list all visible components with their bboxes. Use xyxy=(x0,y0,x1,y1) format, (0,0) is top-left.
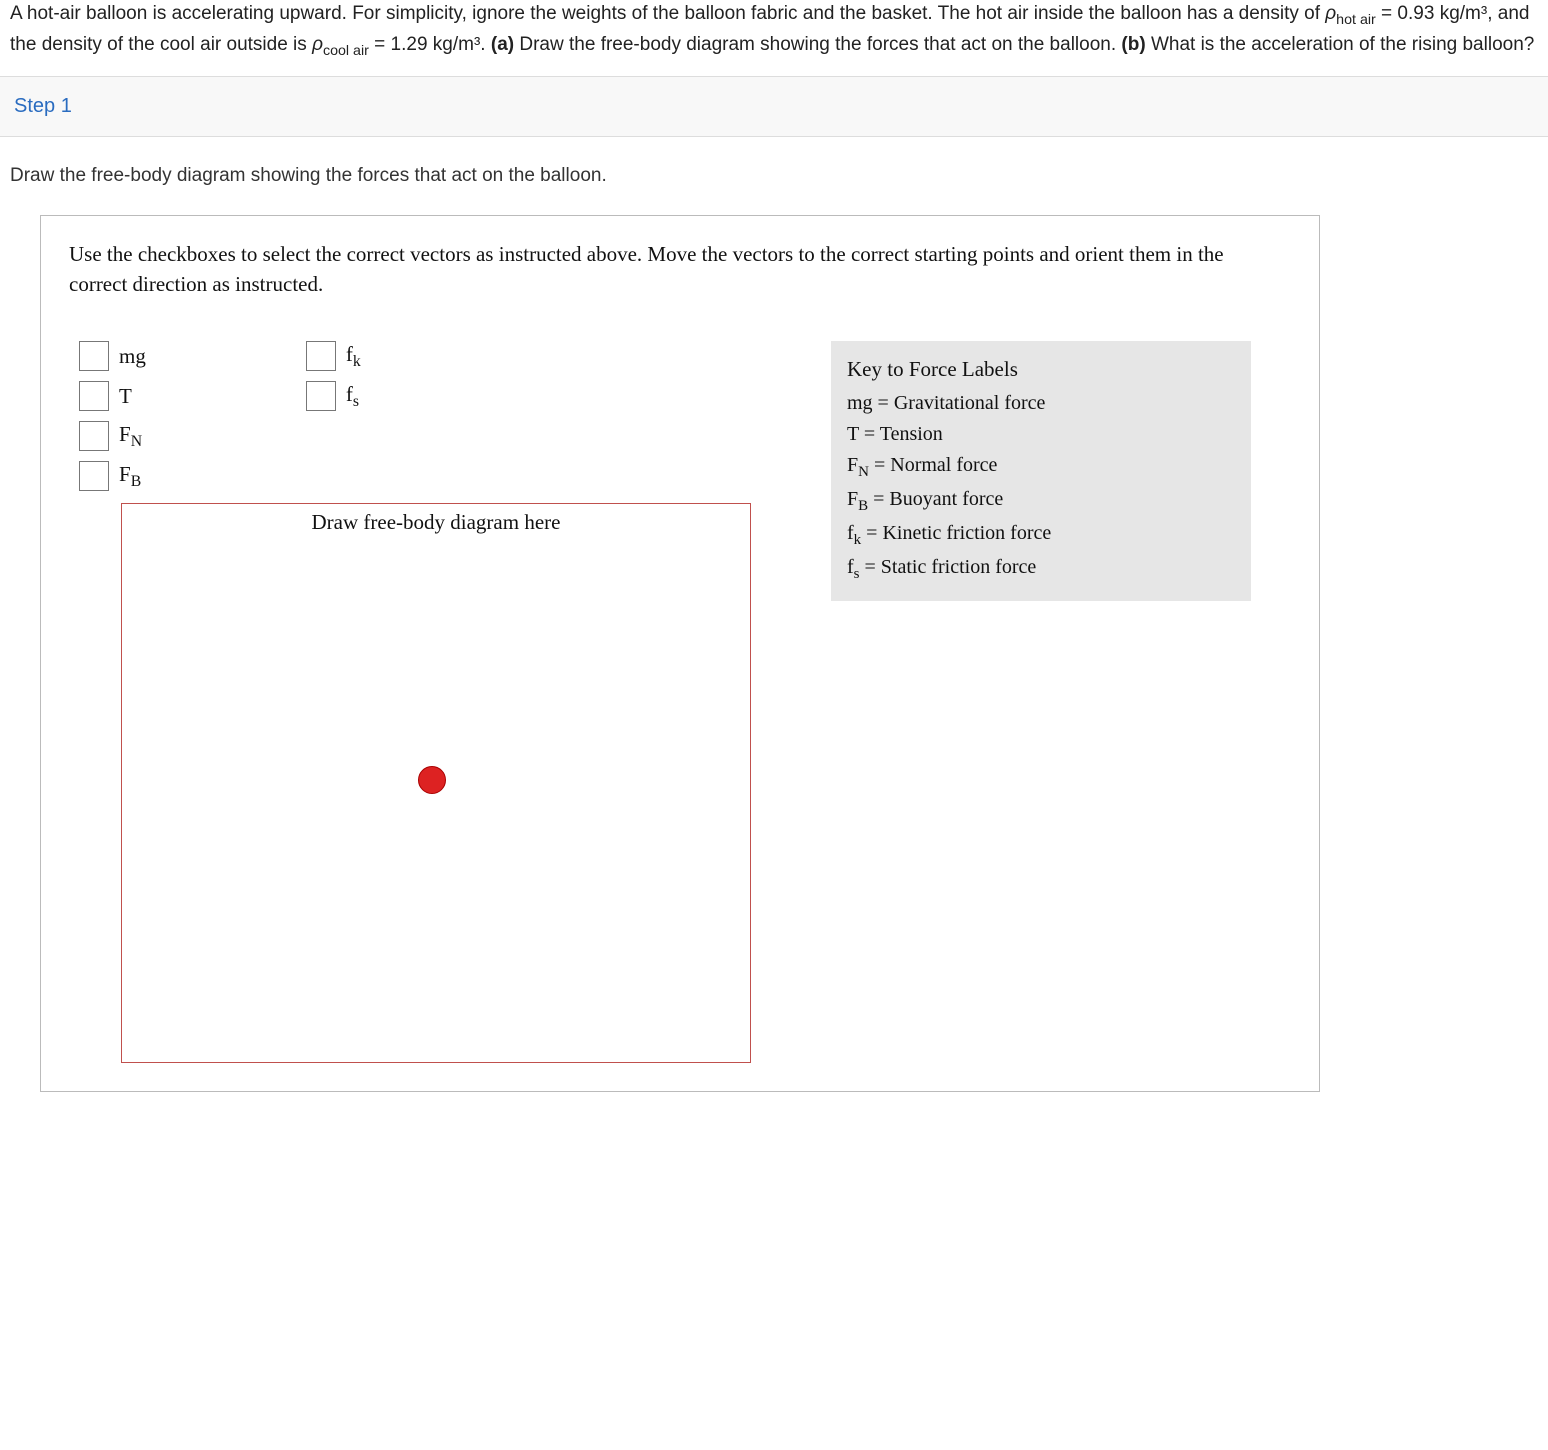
object-dot[interactable] xyxy=(418,766,446,794)
key-line: FB = Buoyant force xyxy=(847,484,1233,518)
checkbox-input-fk[interactable] xyxy=(306,341,336,371)
step-instruction: Draw the free-body diagram showing the f… xyxy=(10,165,1538,187)
force-key-title: Key to Force Labels xyxy=(847,353,1233,386)
activity-instruction: Use the checkboxes to select the correct… xyxy=(69,240,1291,299)
checkbox-mg[interactable]: mg xyxy=(79,341,146,371)
checkbox-label: fk xyxy=(346,342,361,371)
key-line: fs = Static friction force xyxy=(847,552,1233,586)
step-body: Draw the free-body diagram showing the f… xyxy=(0,137,1548,1122)
checkbox-input-fs[interactable] xyxy=(306,381,336,411)
problem-statement: A hot-air balloon is accelerating upward… xyxy=(0,0,1548,76)
checkbox-input-T[interactable] xyxy=(79,381,109,411)
checkbox-col-2: fk fs xyxy=(306,341,361,491)
step-header: Step 1 xyxy=(0,76,1548,137)
checkbox-T[interactable]: T xyxy=(79,381,146,411)
checkbox-label: mg xyxy=(119,344,146,369)
step-label[interactable]: Step 1 xyxy=(14,95,72,117)
checkbox-input-mg[interactable] xyxy=(79,341,109,371)
problem-text: A hot-air balloon is accelerating upward… xyxy=(10,3,1534,55)
checkbox-input-FN[interactable] xyxy=(79,421,109,451)
checkbox-label: FB xyxy=(119,462,141,491)
key-line: mg = Gravitational force xyxy=(847,388,1233,419)
checkbox-FB[interactable]: FB xyxy=(79,461,146,491)
canvas-title: Draw free-body diagram here xyxy=(122,510,750,535)
key-line: FN = Normal force xyxy=(847,450,1233,484)
checkbox-fs[interactable]: fs xyxy=(306,381,361,411)
checkbox-col-1: mg T FN FB xyxy=(79,341,146,491)
force-key: Key to Force Labels mg = Gravitational f… xyxy=(831,341,1251,601)
fbd-canvas[interactable]: Draw free-body diagram here xyxy=(121,503,751,1063)
checkbox-input-FB[interactable] xyxy=(79,461,109,491)
key-line: T = Tension xyxy=(847,419,1233,450)
checkbox-label: T xyxy=(119,384,132,409)
checkbox-fk[interactable]: fk xyxy=(306,341,361,371)
key-line: fk = Kinetic friction force xyxy=(847,518,1233,552)
checkbox-columns: mg T FN FB xyxy=(69,341,751,491)
checkbox-label: FN xyxy=(119,422,142,451)
checkbox-label: fs xyxy=(346,382,359,411)
activity-panel: Use the checkboxes to select the correct… xyxy=(40,215,1320,1092)
checkbox-FN[interactable]: FN xyxy=(79,421,146,451)
